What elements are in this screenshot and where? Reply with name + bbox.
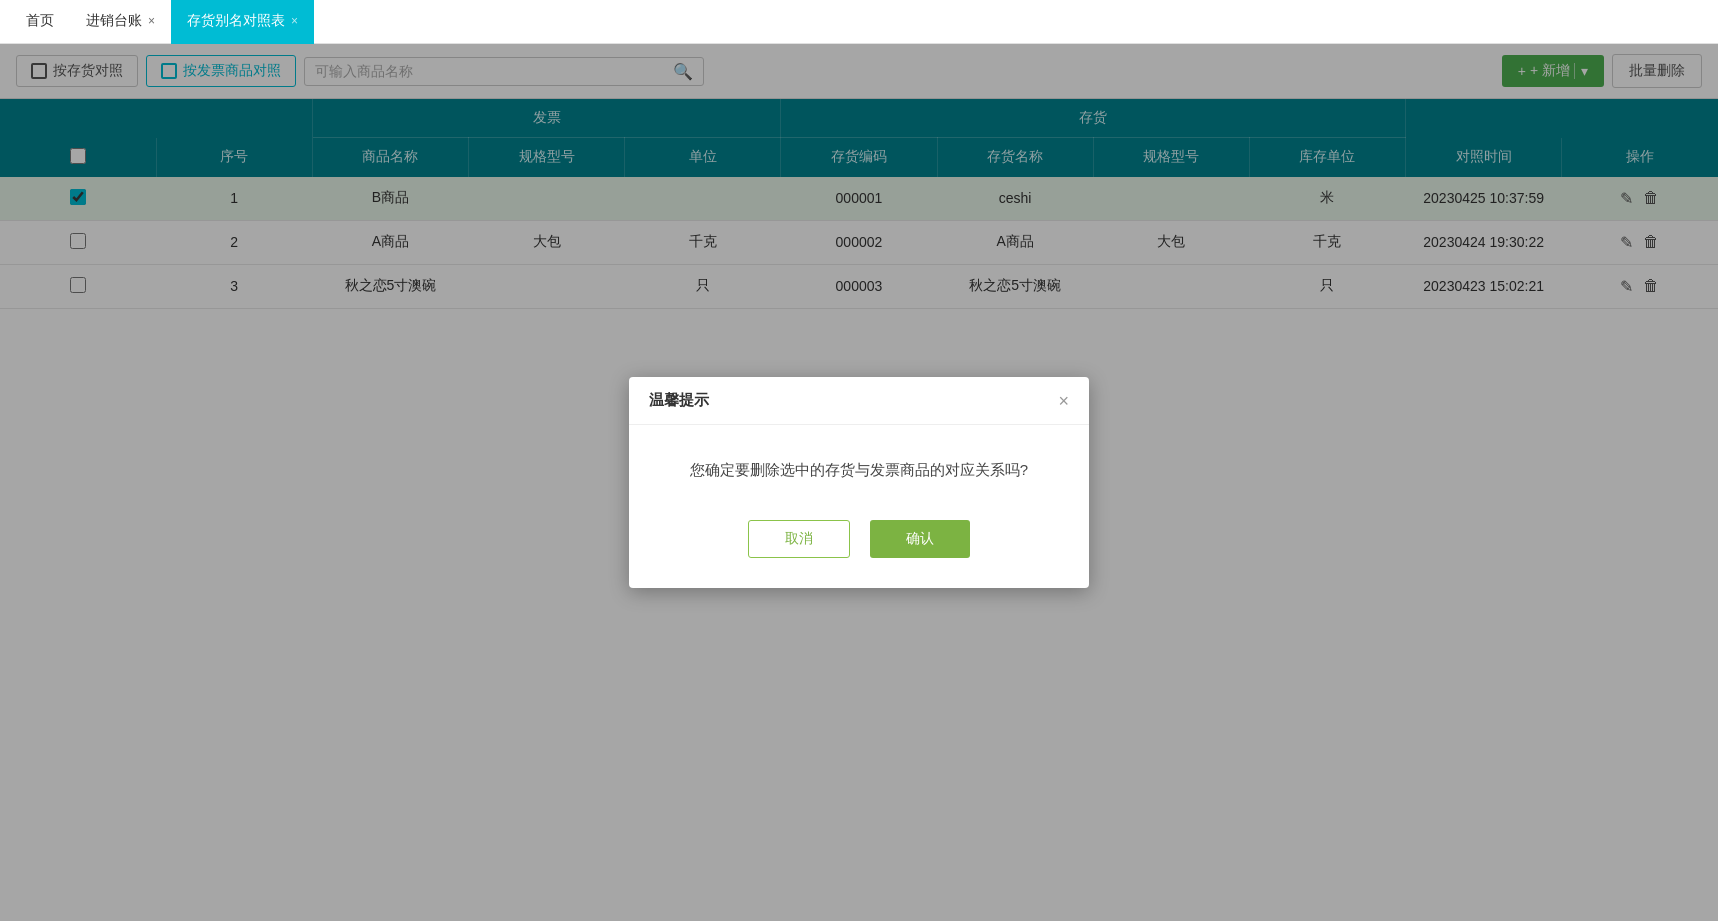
dialog: 温馨提示 × 您确定要删除选中的存货与发票商品的对应关系吗? 取消 确认: [629, 377, 1089, 588]
top-nav: 首页 进销台账 × 存货别名对照表 ×: [0, 0, 1718, 44]
main-content: 按存货对照 按发票商品对照 🔍 + + 新增 ▾ 批量删除 发票 存货: [0, 44, 1718, 921]
dialog-footer: 取消 确认: [629, 510, 1089, 588]
tab-mapping[interactable]: 存货别名对照表 ×: [171, 0, 314, 44]
tab-ledger-label: 进销台账: [86, 12, 142, 30]
dialog-confirm-button[interactable]: 确认: [870, 520, 970, 558]
tab-home-label: 首页: [26, 12, 54, 30]
dialog-overlay: 温馨提示 × 您确定要删除选中的存货与发票商品的对应关系吗? 取消 确认: [0, 44, 1718, 921]
dialog-close-button[interactable]: ×: [1058, 392, 1069, 410]
tab-ledger-close[interactable]: ×: [148, 14, 155, 28]
tab-ledger[interactable]: 进销台账 ×: [70, 0, 171, 44]
dialog-title: 温馨提示: [649, 391, 709, 410]
dialog-message: 您确定要删除选中的存货与发票商品的对应关系吗?: [690, 461, 1028, 478]
tab-mapping-label: 存货别名对照表: [187, 12, 285, 30]
dialog-body: 您确定要删除选中的存货与发票商品的对应关系吗?: [629, 425, 1089, 510]
dialog-header: 温馨提示 ×: [629, 377, 1089, 425]
tab-mapping-close[interactable]: ×: [291, 14, 298, 28]
tab-home[interactable]: 首页: [10, 0, 70, 44]
dialog-cancel-button[interactable]: 取消: [748, 520, 850, 558]
